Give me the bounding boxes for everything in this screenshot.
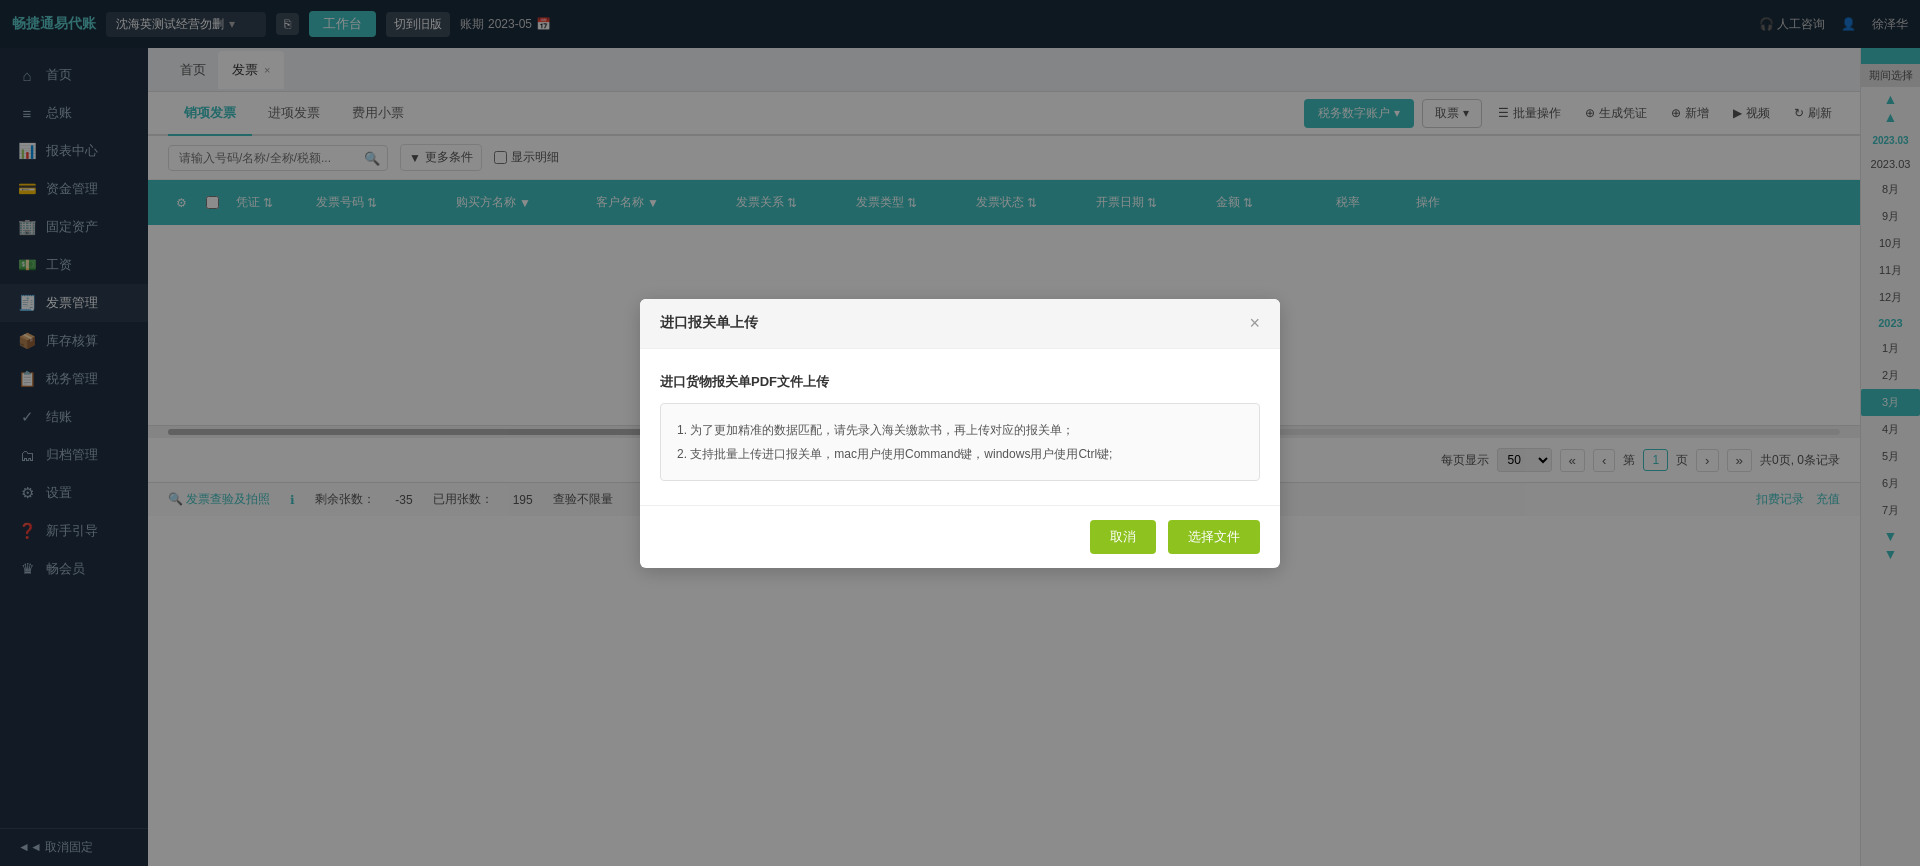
modal-cancel-button[interactable]: 取消 [1090,520,1156,554]
modal-info-item-2: 2. 支持批量上传进口报关单，mac用户使用Command键，windows用户… [677,442,1243,466]
modal-header: 进口报关单上传 × [640,299,1280,349]
modal-body: 进口货物报关单PDF文件上传 1. 为了更加精准的数据匹配，请先录入海关缴款书，… [640,349,1280,505]
modal-info-box: 1. 为了更加精准的数据匹配，请先录入海关缴款书，再上传对应的报关单； 2. 支… [660,403,1260,481]
modal-select-file-button[interactable]: 选择文件 [1168,520,1260,554]
modal-footer: 取消 选择文件 [640,505,1280,568]
modal-info-item-1: 1. 为了更加精准的数据匹配，请先录入海关缴款书，再上传对应的报关单； [677,418,1243,442]
import-customs-modal: 进口报关单上传 × 进口货物报关单PDF文件上传 1. 为了更加精准的数据匹配，… [640,299,1280,568]
modal-close-button[interactable]: × [1249,313,1260,334]
modal-title: 进口报关单上传 [660,314,758,332]
modal-section-title: 进口货物报关单PDF文件上传 [660,373,1260,391]
modal-overlay[interactable]: 进口报关单上传 × 进口货物报关单PDF文件上传 1. 为了更加精准的数据匹配，… [0,0,1920,866]
